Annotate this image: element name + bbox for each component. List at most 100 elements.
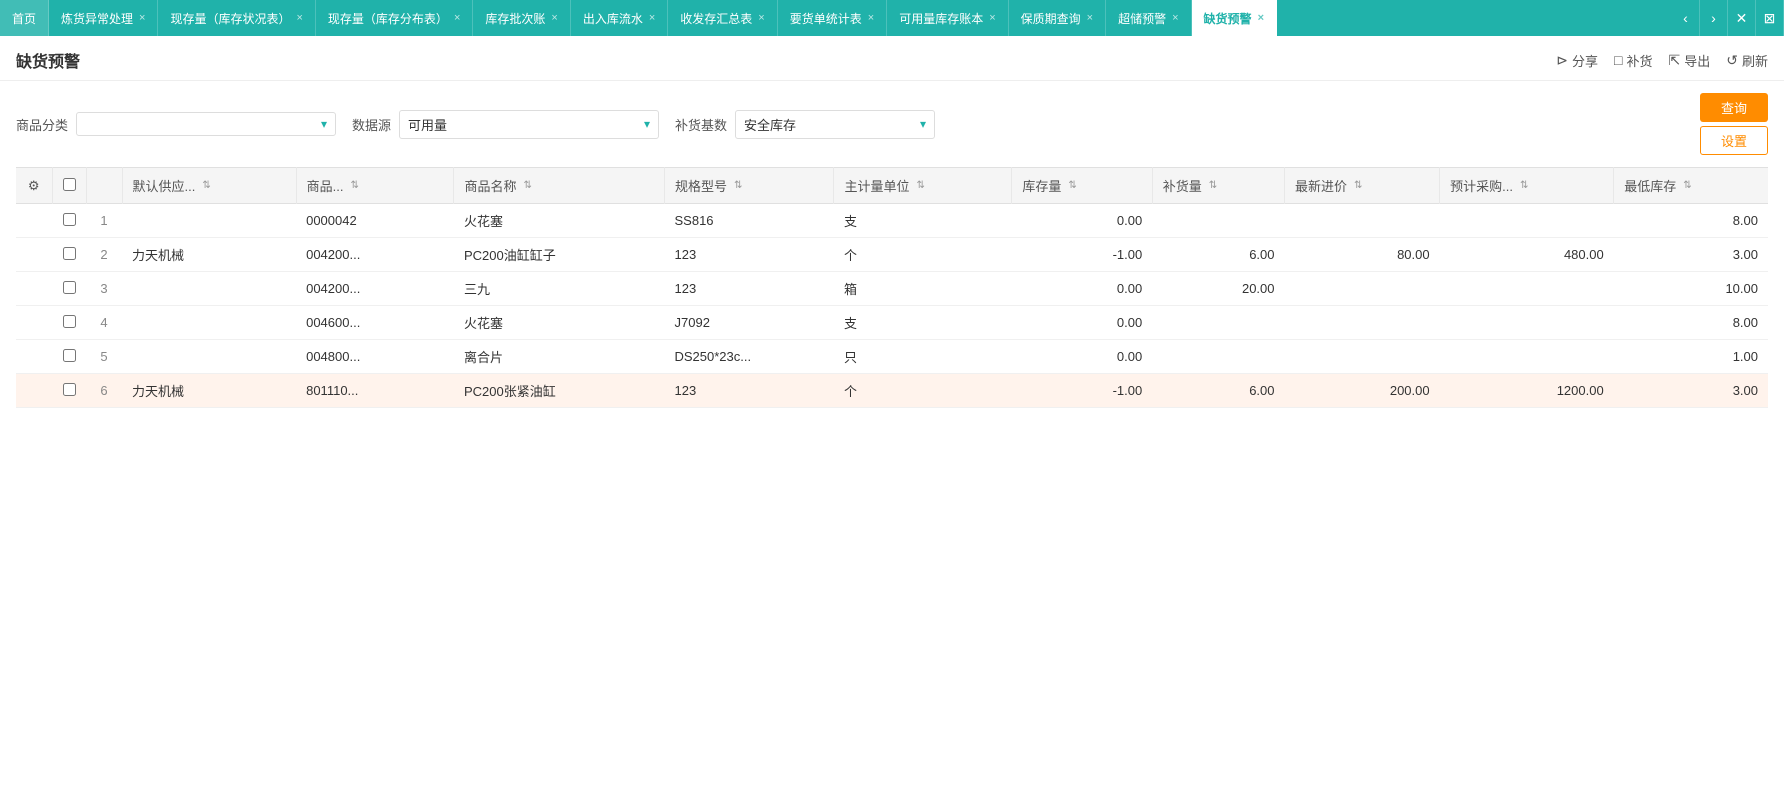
- tab-prev-btn[interactable]: ‹: [1672, 0, 1700, 36]
- row-checkbox-4[interactable]: [63, 349, 76, 362]
- row-min-stock-0: 8.00: [1614, 204, 1768, 238]
- row-code-2: 004200...: [296, 272, 454, 306]
- tab-close-batch-account[interactable]: ×: [551, 12, 557, 24]
- tab-expiry[interactable]: 保质期查询 ×: [1009, 0, 1106, 36]
- table-row: 6 力天机械 801110... PC200张紧油缸 123 个 -1.00 6…: [16, 374, 1768, 408]
- row-supplier-4: [122, 340, 296, 374]
- export-button[interactable]: ⇱ 导出: [1669, 51, 1711, 70]
- tab-overstock[interactable]: 超储预警 ×: [1106, 0, 1191, 36]
- tab-next-btn[interactable]: ›: [1700, 0, 1728, 36]
- row-replenish-1: 6.00: [1152, 238, 1284, 272]
- th-latest-price[interactable]: 最新进价 ⇅: [1285, 168, 1440, 204]
- row-supplier-5: 力天机械: [122, 374, 296, 408]
- row-forecast-purchase-1: 480.00: [1440, 238, 1614, 272]
- tab-home[interactable]: 首页: [0, 0, 49, 36]
- row-latest-price-4: [1285, 340, 1440, 374]
- th-spec[interactable]: 规格型号 ⇅: [665, 168, 834, 204]
- row-check-3[interactable]: [52, 306, 86, 340]
- th-stock[interactable]: 库存量 ⇅: [1012, 168, 1152, 204]
- tab-collect-summary[interactable]: 收发存汇总表 ×: [668, 0, 777, 36]
- row-checkbox-3[interactable]: [63, 315, 76, 328]
- row-check-4[interactable]: [52, 340, 86, 374]
- row-gear-5: [16, 374, 52, 408]
- th-min-stock[interactable]: 最低库存 ⇅: [1614, 168, 1768, 204]
- tab-abnormal[interactable]: 炼货异常处理 ×: [49, 0, 158, 36]
- table-container: ⚙ 默认供应... ⇅ 商品...: [0, 167, 1784, 408]
- row-unit-1: 个: [834, 238, 1012, 272]
- sort-stock-icon: ⇅: [1068, 180, 1076, 191]
- th-supplier[interactable]: 默认供应... ⇅: [122, 168, 296, 204]
- tab-close-current-btn[interactable]: ✕: [1728, 0, 1756, 36]
- row-gear-1: [16, 238, 52, 272]
- tab-inout-flow[interactable]: 出入库流水 ×: [571, 0, 668, 36]
- th-name[interactable]: 商品名称 ⇅: [454, 168, 665, 204]
- share-button[interactable]: ⊳ 分享: [1556, 51, 1598, 70]
- tab-close-collect-summary[interactable]: ×: [758, 12, 764, 24]
- replenish-base-select[interactable]: 安全库存 ▾: [735, 110, 935, 139]
- row-check-1[interactable]: [52, 238, 86, 272]
- sort-name-icon: ⇅: [524, 180, 532, 191]
- row-replenish-2: 20.00: [1152, 272, 1284, 306]
- data-table: ⚙ 默认供应... ⇅ 商品...: [16, 167, 1768, 408]
- row-unit-2: 箱: [834, 272, 1012, 306]
- tab-close-inventory-status[interactable]: ×: [296, 12, 302, 24]
- table-header-row: ⚙ 默认供应... ⇅ 商品...: [16, 168, 1768, 204]
- row-num-3: 4: [86, 306, 122, 340]
- th-forecast-purchase[interactable]: 预计采购... ⇅: [1440, 168, 1614, 204]
- tab-close-all-btn[interactable]: ⊠: [1756, 0, 1784, 36]
- tab-close-inout-flow[interactable]: ×: [649, 12, 655, 24]
- row-gear-2: [16, 272, 52, 306]
- gear-icon: ⚙: [28, 178, 40, 193]
- tab-order-stat[interactable]: 要货单统计表 ×: [778, 0, 887, 36]
- tab-close-avail-ledger[interactable]: ×: [989, 12, 995, 24]
- th-gear[interactable]: ⚙: [16, 168, 52, 204]
- tab-close-inventory-dist[interactable]: ×: [454, 12, 460, 24]
- table-row: 4 004600... 火花塞 J7092 支 0.00 8.00: [16, 306, 1768, 340]
- datasource-select[interactable]: 可用量 ▾: [399, 110, 659, 139]
- tab-inventory-status[interactable]: 现存量（库存状况表） ×: [158, 0, 315, 36]
- row-spec-1: 123: [665, 238, 834, 272]
- row-spec-4: DS250*23c...: [665, 340, 834, 374]
- row-min-stock-4: 1.00: [1614, 340, 1768, 374]
- row-gear-3: [16, 306, 52, 340]
- refresh-button[interactable]: ↺ 刷新: [1726, 51, 1768, 70]
- tab-avail-ledger[interactable]: 可用量库存账本 ×: [887, 0, 1008, 36]
- settings-button[interactable]: 设置: [1700, 126, 1768, 155]
- tab-close-order-stat[interactable]: ×: [868, 12, 874, 24]
- table-row: 2 力天机械 004200... PC200油缸缸子 123 个 -1.00 6…: [16, 238, 1768, 272]
- tab-close-overstock[interactable]: ×: [1172, 12, 1178, 24]
- tab-shortage[interactable]: 缺货预警 ×: [1192, 0, 1277, 36]
- select-all-checkbox[interactable]: [63, 178, 76, 191]
- th-unit[interactable]: 主计量单位 ⇅: [834, 168, 1012, 204]
- row-check-5[interactable]: [52, 374, 86, 408]
- row-num-1: 2: [86, 238, 122, 272]
- tab-close-abnormal[interactable]: ×: [139, 12, 145, 24]
- row-code-1: 004200...: [296, 238, 454, 272]
- row-checkbox-5[interactable]: [63, 383, 76, 396]
- row-unit-3: 支: [834, 306, 1012, 340]
- th-code[interactable]: 商品... ⇅: [296, 168, 454, 204]
- row-spec-3: J7092: [665, 306, 834, 340]
- row-stock-0: 0.00: [1012, 204, 1152, 238]
- row-checkbox-1[interactable]: [63, 247, 76, 260]
- category-select[interactable]: ▾: [76, 112, 336, 136]
- tab-inventory-dist[interactable]: 现存量（库存分布表） ×: [316, 0, 473, 36]
- replenish-button[interactable]: □ 补货: [1614, 51, 1652, 70]
- row-checkbox-0[interactable]: [63, 213, 76, 226]
- row-check-2[interactable]: [52, 272, 86, 306]
- row-latest-price-3: [1285, 306, 1440, 340]
- tab-close-expiry[interactable]: ×: [1087, 12, 1093, 24]
- filter-actions: 查询 设置: [1700, 93, 1768, 155]
- row-min-stock-1: 3.00: [1614, 238, 1768, 272]
- th-replenish[interactable]: 补货量 ⇅: [1152, 168, 1284, 204]
- tab-batch-account[interactable]: 库存批次账 ×: [473, 0, 570, 36]
- row-min-stock-5: 3.00: [1614, 374, 1768, 408]
- tab-close-shortage[interactable]: ×: [1258, 12, 1264, 24]
- row-num-2: 3: [86, 272, 122, 306]
- th-num: [86, 168, 122, 204]
- query-button[interactable]: 查询: [1700, 93, 1768, 122]
- th-check[interactable]: [52, 168, 86, 204]
- row-code-5: 801110...: [296, 374, 454, 408]
- row-checkbox-2[interactable]: [63, 281, 76, 294]
- row-check-0[interactable]: [52, 204, 86, 238]
